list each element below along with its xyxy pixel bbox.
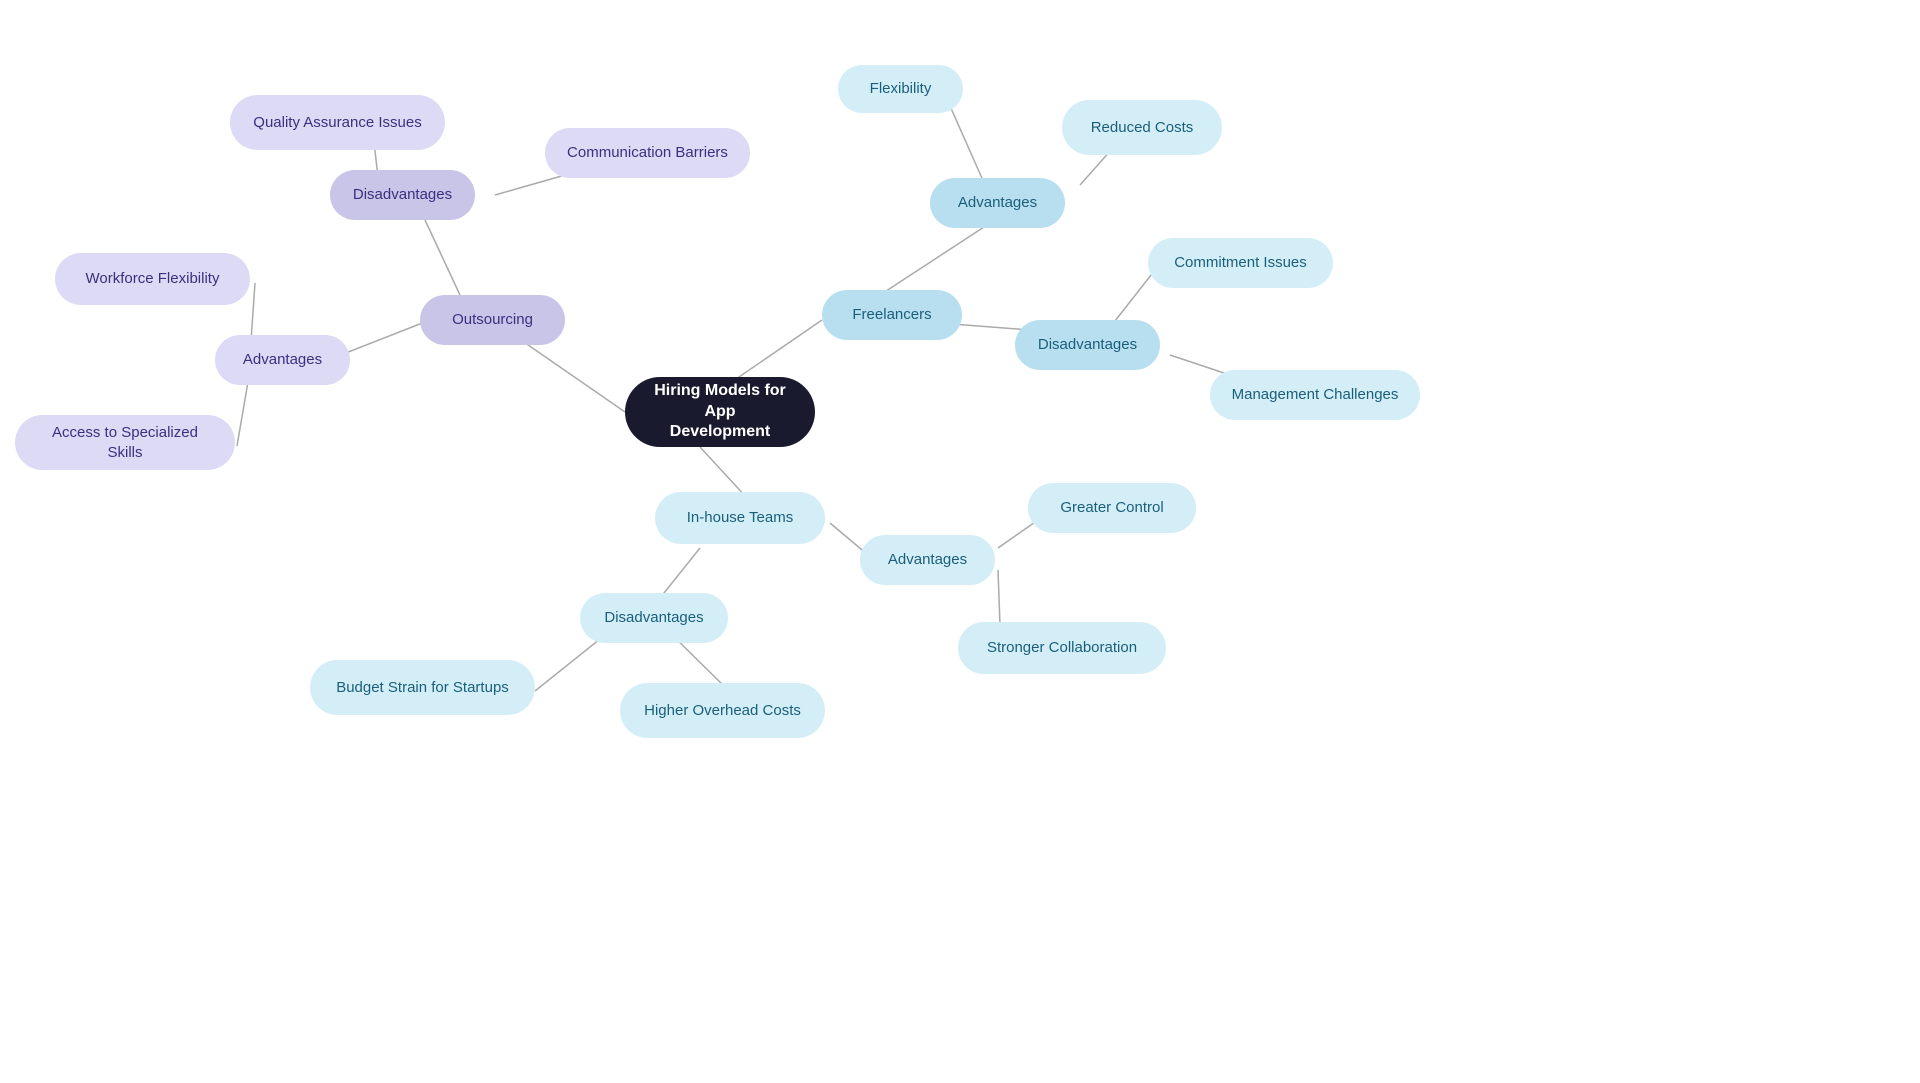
- inhouse-label: In-house Teams: [687, 508, 793, 528]
- freelancers-node: Freelancers: [822, 290, 962, 340]
- freelancers-disadv-label: Disadvantages: [1038, 335, 1137, 355]
- commitment-issues-node: Commitment Issues: [1148, 238, 1333, 288]
- flexibility-label: Flexibility: [870, 79, 932, 99]
- comm-barriers-node: Communication Barriers: [545, 128, 750, 178]
- quality-issues-node: Quality Assurance Issues: [230, 95, 445, 150]
- comm-barriers-label: Communication Barriers: [567, 143, 728, 163]
- stronger-collab-node: Stronger Collaboration: [958, 622, 1166, 674]
- freelancers-adv-node: Advantages: [930, 178, 1065, 228]
- higher-overhead-label: Higher Overhead Costs: [644, 701, 801, 721]
- quality-issues-label: Quality Assurance Issues: [253, 113, 421, 133]
- outsourcing-node: Outsourcing: [420, 295, 565, 345]
- inhouse-adv-node: Advantages: [860, 535, 995, 585]
- workforce-flex-node: Workforce Flexibility: [55, 253, 250, 305]
- inhouse-disadv-label: Disadvantages: [604, 608, 703, 628]
- mgmt-challenges-label: Management Challenges: [1232, 385, 1399, 405]
- center-label: Hiring Models for App Development: [643, 381, 797, 443]
- greater-control-node: Greater Control: [1028, 483, 1196, 533]
- outsourcing-label: Outsourcing: [452, 310, 533, 330]
- freelancers-label: Freelancers: [852, 305, 931, 325]
- inhouse-node: In-house Teams: [655, 492, 825, 544]
- outsourcing-disadv-label: Disadvantages: [353, 185, 452, 205]
- mgmt-challenges-node: Management Challenges: [1210, 370, 1420, 420]
- inhouse-disadv-node: Disadvantages: [580, 593, 728, 643]
- access-skills-node: Access to Specialized Skills: [15, 415, 235, 470]
- reduced-costs-label: Reduced Costs: [1091, 118, 1194, 138]
- inhouse-adv-label: Advantages: [888, 550, 967, 570]
- outsourcing-disadvantages-node: Disadvantages: [330, 170, 475, 220]
- freelancers-adv-label: Advantages: [958, 193, 1037, 213]
- workforce-flex-label: Workforce Flexibility: [86, 269, 220, 289]
- outsourcing-adv-label: Advantages: [243, 350, 322, 370]
- access-skills-label: Access to Specialized Skills: [33, 423, 217, 462]
- budget-strain-label: Budget Strain for Startups: [336, 678, 509, 698]
- outsourcing-advantages-node: Advantages: [215, 335, 350, 385]
- higher-overhead-node: Higher Overhead Costs: [620, 683, 825, 738]
- reduced-costs-node: Reduced Costs: [1062, 100, 1222, 155]
- flexibility-node: Flexibility: [838, 65, 963, 113]
- center-node: Hiring Models for App Development: [625, 377, 815, 447]
- budget-strain-node: Budget Strain for Startups: [310, 660, 535, 715]
- commitment-issues-label: Commitment Issues: [1174, 253, 1307, 273]
- freelancers-disadv-node: Disadvantages: [1015, 320, 1160, 370]
- stronger-collab-label: Stronger Collaboration: [987, 638, 1137, 658]
- greater-control-label: Greater Control: [1060, 498, 1163, 518]
